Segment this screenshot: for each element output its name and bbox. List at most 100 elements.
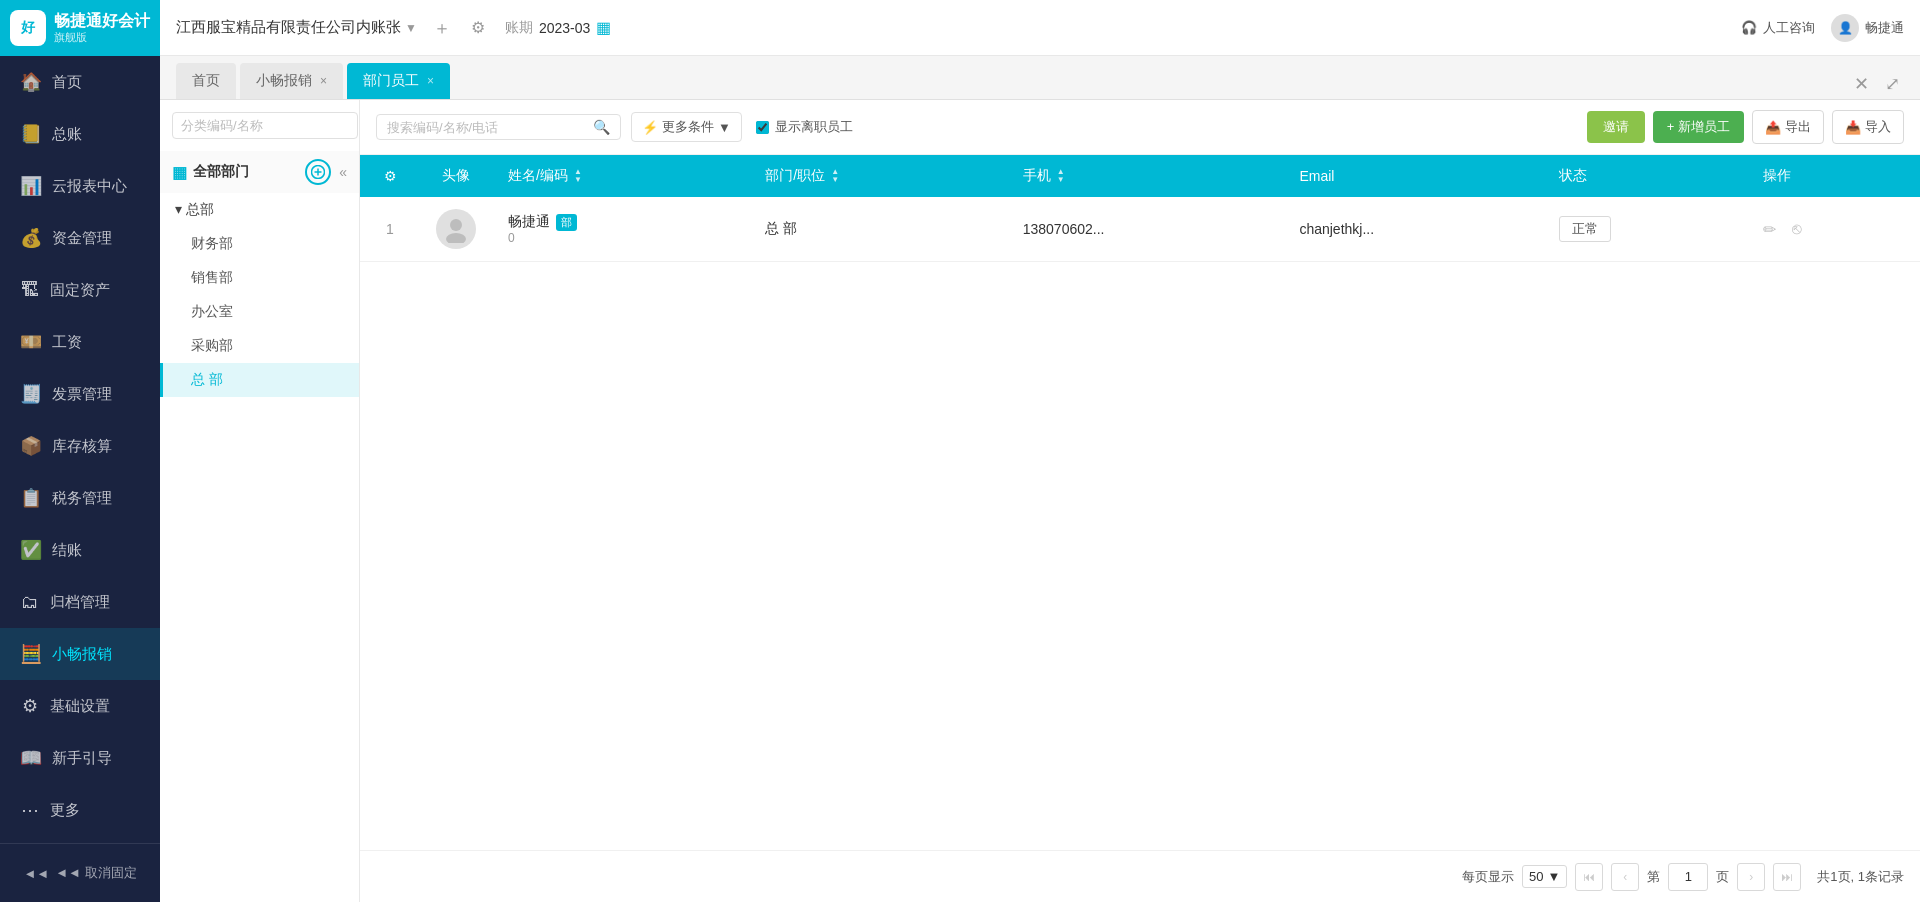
invite-button[interactable]: 邀请	[1587, 111, 1645, 143]
employee-email: chanjethkj...	[1299, 221, 1374, 237]
dept-collapse-button[interactable]: «	[339, 164, 347, 180]
sidebar-bottom: ◄◄ ◄◄ 取消固定	[0, 843, 160, 902]
sidebar-item-label: 归档管理	[50, 593, 110, 612]
dept-add-button[interactable]	[305, 159, 331, 185]
dept-item-bangongshi[interactable]: 办公室	[160, 295, 359, 329]
cancel-pin-button[interactable]: ◄◄ ◄◄ 取消固定	[0, 856, 160, 890]
employee-name: 畅捷通 部	[508, 213, 733, 231]
next-page-button[interactable]: ›	[1737, 863, 1765, 891]
ledger-icon: 📒	[20, 123, 42, 145]
search-icon[interactable]: 🔍	[593, 119, 610, 135]
per-page-label: 每页显示	[1462, 868, 1514, 886]
pagination-total: 共1页, 1条记录	[1817, 868, 1904, 886]
show-resigned-input[interactable]	[756, 121, 769, 134]
first-page-button[interactable]: ⏮	[1575, 863, 1603, 891]
search-bar: 🔍	[376, 114, 621, 140]
tab-home-label: 首页	[192, 72, 220, 90]
tab-home[interactable]: 首页	[176, 63, 236, 99]
per-page-select[interactable]: 50 ▼	[1522, 865, 1567, 888]
sidebar-item-label: 新手引导	[52, 749, 112, 768]
filter-chevron-icon: ▼	[718, 120, 731, 135]
export-button[interactable]: 📤 导出	[1752, 110, 1824, 144]
tab-dept-staff-close[interactable]: ×	[427, 74, 434, 88]
col-name-header[interactable]: 姓名/编码 ▲▼	[492, 155, 749, 197]
tab-dept-staff-label: 部门员工	[363, 72, 419, 90]
row-email-cell: chanjethkj...	[1283, 197, 1543, 262]
expand-tab-button[interactable]: ⤢	[1881, 69, 1904, 99]
sidebar-item-reports[interactable]: 📊 云报表中心	[0, 160, 160, 212]
sidebar-item-label: 更多	[50, 801, 80, 820]
filter-button[interactable]: ⚡ 更多条件 ▼	[631, 112, 742, 142]
app-logo[interactable]: 好 畅捷通好会计 旗舰版	[0, 0, 160, 56]
col-settings[interactable]: ⚙	[360, 155, 420, 197]
payroll-icon: 💴	[20, 331, 42, 353]
dept-item-xiaoshoubu[interactable]: 销售部	[160, 261, 359, 295]
dept-item-caiwubu[interactable]: 财务部	[160, 227, 359, 261]
row-actions-cell: ✏ ⎋	[1747, 197, 1920, 262]
sidebar-item-more[interactable]: ⋯ 更多	[0, 784, 160, 836]
dept-item-zongbu2[interactable]: 总 部	[160, 363, 359, 397]
period-display: 账期 2023-03 ▦	[505, 18, 611, 37]
sidebar-item-ledger[interactable]: 📒 总账	[0, 108, 160, 160]
fixed-assets-icon: 🏗	[20, 280, 40, 301]
tab-xiaochang-label: 小畅报销	[256, 72, 312, 90]
import-icon: 📥	[1845, 120, 1861, 135]
import-button[interactable]: 📥 导入	[1832, 110, 1904, 144]
sidebar-item-payroll[interactable]: 💴 工资	[0, 316, 160, 368]
toolbar-right: 邀请 + 新增员工 📤 导出 📥 导入	[1587, 110, 1904, 144]
sidebar-item-label: 总账	[52, 125, 82, 144]
dept-item-zongbu[interactable]: ▾ 总部	[160, 193, 359, 227]
sidebar-item-guide[interactable]: 📖 新手引导	[0, 732, 160, 784]
company-selector[interactable]: 江西服宝精品有限责任公司内账张 ▼	[176, 18, 417, 37]
sidebar-item-funds[interactable]: 💰 资金管理	[0, 212, 160, 264]
xiaochang-icon: 🧮	[20, 643, 42, 665]
dept-item-caigoubu[interactable]: 采购部	[160, 329, 359, 363]
phone-sort-icon: ▲▼	[1057, 168, 1065, 184]
calendar-icon[interactable]: ▦	[596, 18, 611, 37]
sidebar-item-label: 发票管理	[52, 385, 112, 404]
settings-gear-icon[interactable]: ⚙	[467, 14, 489, 41]
dept-sort-icon: ▲▼	[831, 168, 839, 184]
company-chevron-icon: ▼	[405, 21, 417, 35]
sidebar-item-invoice[interactable]: 🧾 发票管理	[0, 368, 160, 420]
dept-search-input[interactable]	[172, 112, 358, 139]
user-menu[interactable]: 👤 畅捷通	[1831, 14, 1904, 42]
sidebar-item-inventory[interactable]: 📦 库存核算	[0, 420, 160, 472]
prev-page-button[interactable]: ‹	[1611, 863, 1639, 891]
page-input[interactable]	[1668, 863, 1708, 891]
last-page-button[interactable]: ⏭	[1773, 863, 1801, 891]
tab-dept-staff[interactable]: 部门员工 ×	[347, 63, 450, 99]
support-button[interactable]: 🎧 人工咨询	[1741, 19, 1815, 37]
close-tab-button[interactable]: ✕	[1850, 69, 1873, 99]
tab-xiaochang[interactable]: 小畅报销 ×	[240, 63, 343, 99]
more-icon: ⋯	[20, 799, 40, 821]
search-input[interactable]	[387, 120, 587, 135]
sidebar-item-close[interactable]: ✅ 结账	[0, 524, 160, 576]
col-dept-header[interactable]: 部门/职位 ▲▼	[749, 155, 1006, 197]
sidebar-item-basic-settings[interactable]: ⚙ 基础设置	[0, 680, 160, 732]
row-index: 1	[360, 197, 420, 262]
sidebar-item-archive[interactable]: 🗂 归档管理	[0, 576, 160, 628]
tab-xiaochang-close[interactable]: ×	[320, 74, 327, 88]
edit-icon[interactable]: ✏	[1763, 220, 1776, 239]
all-dept-label: 全部部门	[193, 163, 249, 181]
show-resigned-checkbox[interactable]: 显示离职员工	[756, 118, 853, 136]
user-avatar: 👤	[1831, 14, 1859, 42]
export-icon: 📤	[1765, 120, 1781, 135]
add-company-button[interactable]: ＋	[429, 12, 455, 44]
logout-icon[interactable]: ⎋	[1792, 220, 1802, 238]
employee-name-text: 畅捷通	[508, 213, 550, 231]
sidebar-item-home[interactable]: 🏠 首页	[0, 56, 160, 108]
sidebar-item-label: 云报表中心	[52, 177, 127, 196]
tabs-bar: 首页 小畅报销 × 部门员工 × ✕ ⤢	[160, 56, 1920, 100]
sidebar-item-xiaochang[interactable]: 🧮 小畅报销	[0, 628, 160, 680]
add-employee-button[interactable]: + 新增员工	[1653, 111, 1744, 143]
period-value: 2023-03	[539, 20, 590, 36]
logo-text-block: 畅捷通好会计 旗舰版	[54, 11, 150, 45]
sidebar-item-fixed-assets[interactable]: 🏗 固定资产	[0, 264, 160, 316]
company-name: 江西服宝精品有限责任公司内账张	[176, 18, 401, 37]
sidebar-nav: 🏠 首页 📒 总账 📊 云报表中心 💰 资金管理 🏗 固定资产 💴 工资 🧾 发…	[0, 56, 160, 843]
col-phone-header[interactable]: 手机 ▲▼	[1007, 155, 1284, 197]
sidebar-item-tax[interactable]: 📋 税务管理	[0, 472, 160, 524]
page-suffix: 页	[1716, 868, 1729, 886]
